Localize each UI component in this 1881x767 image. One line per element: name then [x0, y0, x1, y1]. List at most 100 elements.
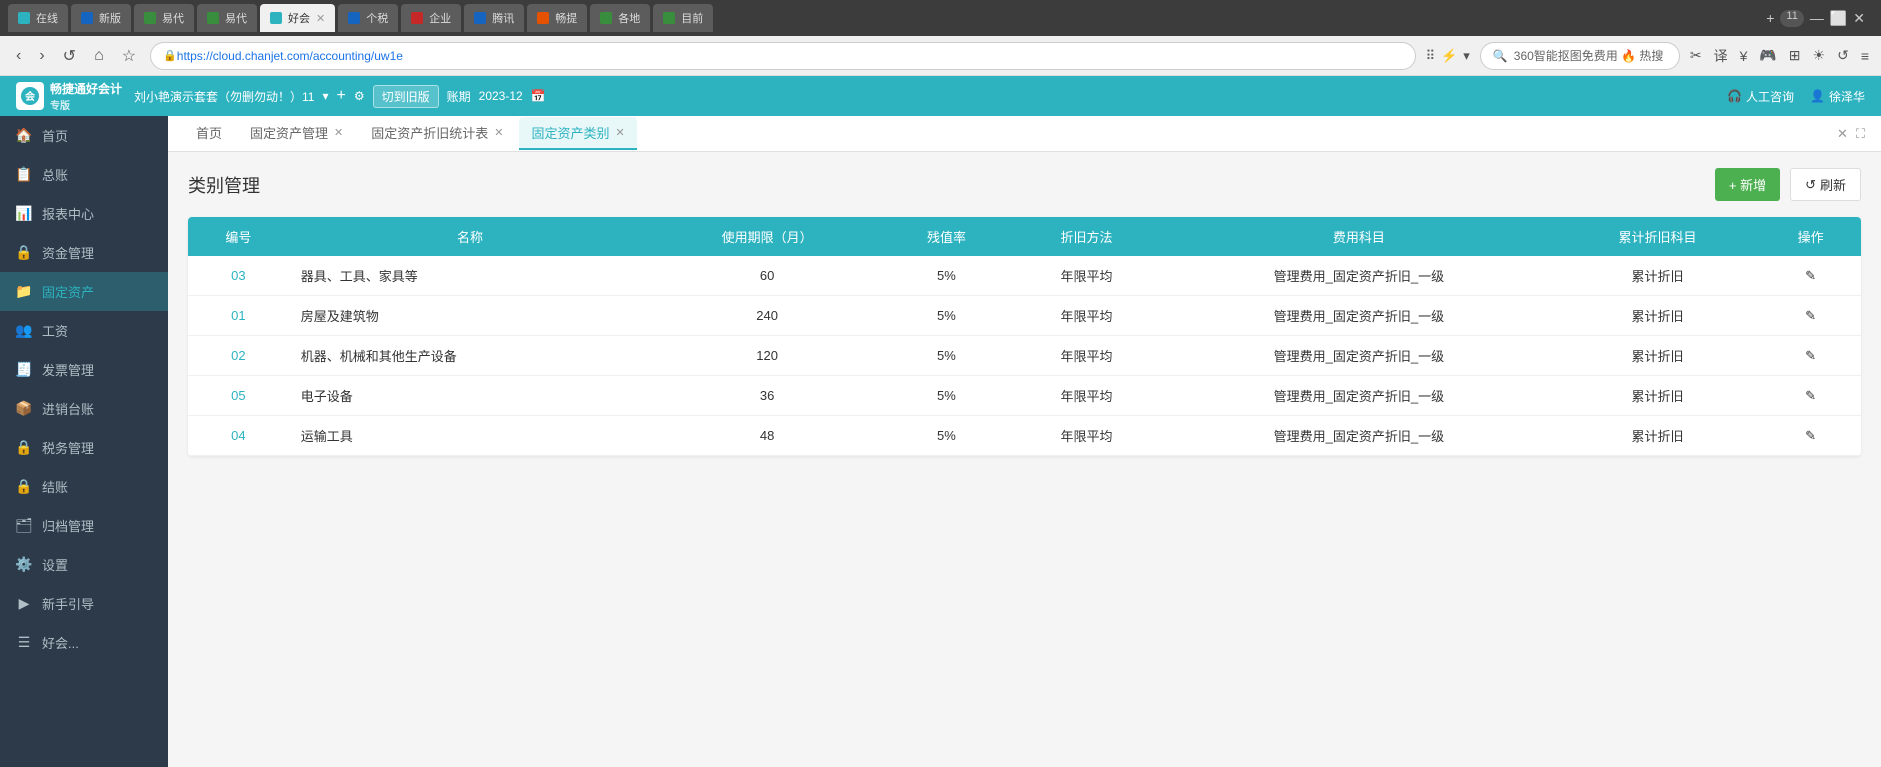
- settings-gear-icon[interactable]: ⚙: [354, 89, 365, 103]
- sidebar-item-fixed-assets[interactable]: 📁固定资产: [0, 272, 168, 311]
- browser-tab-t9[interactable]: 畅提: [527, 4, 587, 32]
- wallet-icon[interactable]: ¥: [1740, 48, 1748, 64]
- table-header-accumulated_account: 累计折旧科目: [1555, 217, 1760, 256]
- sidebar-label-funds: 资金管理: [42, 243, 94, 262]
- app-header-right: 🎧 人工咨询 👤 徐泽华: [1727, 88, 1865, 105]
- sidebar-label-home: 首页: [42, 126, 68, 145]
- user-dropdown-icon[interactable]: ▾: [322, 89, 328, 103]
- browser-tab-t8[interactable]: 腾讯: [464, 4, 524, 32]
- add-button[interactable]: + 新增: [1715, 168, 1780, 201]
- browser-tab-t10[interactable]: 各地: [590, 4, 650, 32]
- page-content: 类别管理 + 新增 ↺ 刷新 编号名称使用期限（月）残值率折旧方法费用科目累计折…: [168, 152, 1881, 767]
- sidebar-item-invoice[interactable]: 🧾发票管理: [0, 350, 168, 389]
- window-maximize[interactable]: ⬜: [1830, 10, 1847, 27]
- home-button[interactable]: ⌂: [90, 43, 108, 69]
- sidebar-item-ledger[interactable]: 📋总账: [0, 155, 168, 194]
- close-window-icon[interactable]: ✕: [1837, 126, 1848, 142]
- sidebar-item-guide[interactable]: ▶新手引导: [0, 584, 168, 623]
- cell-code-0[interactable]: 03: [188, 256, 289, 296]
- cell-depreciation_method-2: 年限平均: [1010, 336, 1163, 376]
- consult-btn[interactable]: 🎧 人工咨询: [1727, 88, 1794, 105]
- content-tab-home[interactable]: 首页: [184, 117, 234, 150]
- sidebar-item-inventory[interactable]: 📦进销台账: [0, 389, 168, 428]
- content-tabs: 首页固定资产管理✕固定资产折旧统计表✕固定资产类别✕ ✕ ⛶: [168, 116, 1881, 152]
- cell-code-2[interactable]: 02: [188, 336, 289, 376]
- sidebar-icon-reports: 📊: [16, 206, 32, 222]
- browser-tab-t3[interactable]: 易代: [134, 4, 194, 32]
- expand-icon[interactable]: ⛶: [1856, 126, 1865, 142]
- browser-tab-t7[interactable]: 企业: [401, 4, 461, 32]
- sidebar-item-reports[interactable]: 📊 报表中心: [0, 194, 168, 233]
- tab-resize-controls: ✕ ⛶: [1837, 126, 1865, 142]
- browser-tab-t6[interactable]: 个税: [338, 4, 398, 32]
- sidebar-label-reports: 报表中心: [42, 204, 94, 223]
- cell-code-4[interactable]: 04: [188, 416, 289, 456]
- cell-operation-4[interactable]: ✎: [1760, 416, 1861, 456]
- sidebar-item-funds[interactable]: 🔒 资金管理: [0, 233, 168, 272]
- switch-version-btn[interactable]: 切到旧版: [373, 85, 439, 108]
- browser-tab-t1[interactable]: 在线: [8, 4, 68, 32]
- cell-name-1: 房屋及建筑物: [289, 296, 652, 336]
- cell-operation-0[interactable]: ✎: [1760, 256, 1861, 296]
- sidebar-item-closing[interactable]: 🔒结账: [0, 467, 168, 506]
- refresh-btn[interactable]: ↺ 刷新: [1790, 168, 1861, 201]
- cell-operation-1[interactable]: ✎: [1760, 296, 1861, 336]
- dropdown-icon[interactable]: ▾: [1463, 48, 1470, 64]
- cell-operation-2[interactable]: ✎: [1760, 336, 1861, 376]
- browser-tab-t2[interactable]: 新版: [71, 4, 131, 32]
- cell-depreciation_method-0: 年限平均: [1010, 256, 1163, 296]
- content-area: 首页固定资产管理✕固定资产折旧统计表✕固定资产类别✕ ✕ ⛶ 类别管理 + 新增…: [168, 116, 1881, 767]
- new-tab-btn[interactable]: +: [1766, 10, 1774, 27]
- sidebar-icon-closing: 🔒: [16, 479, 32, 495]
- sidebar: 🏠首页📋总账📊报表中心🔒资金管理📁固定资产👥工资🧾发票管理📦进销台账🔒税务管理🔒…: [0, 116, 168, 767]
- url-input[interactable]: 🔒 https://cloud.chanjet.com/accounting/u…: [150, 42, 1416, 70]
- browser-tab-t11[interactable]: 目前: [653, 4, 713, 32]
- cell-code-3[interactable]: 05: [188, 376, 289, 416]
- search-input[interactable]: 🔍 360智能抠图免费用 🔥 热搜: [1480, 42, 1680, 70]
- sidebar-item-tax[interactable]: 🔒税务管理: [0, 428, 168, 467]
- cell-code-1[interactable]: 01: [188, 296, 289, 336]
- brightness-icon[interactable]: ☀: [1813, 47, 1826, 64]
- sidebar-item-more[interactable]: ☰好会...: [0, 623, 168, 662]
- cell-accumulated_account-2: 累计折旧: [1555, 336, 1760, 376]
- search-icon: 🔍: [1493, 49, 1508, 63]
- bookmark-button[interactable]: ☆: [118, 42, 140, 70]
- content-tab-fixed-mgmt[interactable]: 固定资产管理✕: [238, 117, 355, 150]
- sidebar-label-tax: 税务管理: [42, 438, 94, 457]
- back-button[interactable]: ‹: [12, 43, 25, 69]
- table-row: 03器具、工具、家具等605%年限平均管理费用_固定资产折旧_一级累计折旧✎: [188, 256, 1861, 296]
- browser-tab-t5[interactable]: 好会✕: [260, 4, 335, 32]
- window-minimize[interactable]: —: [1810, 10, 1824, 27]
- table-header-name: 名称: [289, 217, 652, 256]
- avatar[interactable]: 👤 徐泽华: [1810, 88, 1865, 105]
- refresh-button[interactable]: ↺: [59, 42, 80, 70]
- content-tab-fixed-category[interactable]: 固定资产类别✕: [519, 117, 636, 150]
- table-header-residual_rate: 残值率: [883, 217, 1010, 256]
- browser-tab-t4[interactable]: 易代: [197, 4, 257, 32]
- sidebar-icon-funds: 🔒: [16, 245, 32, 261]
- translate-icon[interactable]: 译: [1714, 46, 1728, 66]
- grid-icon[interactable]: ⊞: [1789, 47, 1801, 64]
- tab-close-fixed-mgmt[interactable]: ✕: [334, 126, 343, 139]
- cell-operation-3[interactable]: ✎: [1760, 376, 1861, 416]
- scissors-icon[interactable]: ✂: [1690, 47, 1702, 64]
- sidebar-item-archive[interactable]: 🗂归档管理: [0, 506, 168, 545]
- tab-close-fixed-category[interactable]: ✕: [616, 126, 625, 139]
- undo-icon[interactable]: ↺: [1837, 47, 1849, 64]
- table-row: 04运输工具485%年限平均管理费用_固定资产折旧_一级累计折旧✎: [188, 416, 1861, 456]
- sidebar-item-home[interactable]: 🏠首页: [0, 116, 168, 155]
- tab-close-fixed-depreciation[interactable]: ✕: [494, 126, 503, 139]
- calendar-icon[interactable]: 📅: [531, 89, 546, 103]
- boost-icon[interactable]: ⚡: [1441, 48, 1457, 64]
- add-company-btn[interactable]: +: [337, 87, 346, 105]
- qr-icon[interactable]: ⠿: [1426, 48, 1436, 64]
- content-tab-fixed-depreciation[interactable]: 固定资产折旧统计表✕: [359, 117, 515, 150]
- sidebar-item-salary[interactable]: 👥工资: [0, 311, 168, 350]
- cell-residual_rate-3: 5%: [883, 376, 1010, 416]
- sidebar-label-guide: 新手引导: [42, 594, 94, 613]
- sidebar-item-settings[interactable]: ⚙️设置: [0, 545, 168, 584]
- game-icon[interactable]: 🎮: [1759, 47, 1776, 64]
- window-close[interactable]: ✕: [1853, 10, 1865, 27]
- menu-icon[interactable]: ≡: [1861, 48, 1869, 64]
- forward-button[interactable]: ›: [35, 43, 48, 69]
